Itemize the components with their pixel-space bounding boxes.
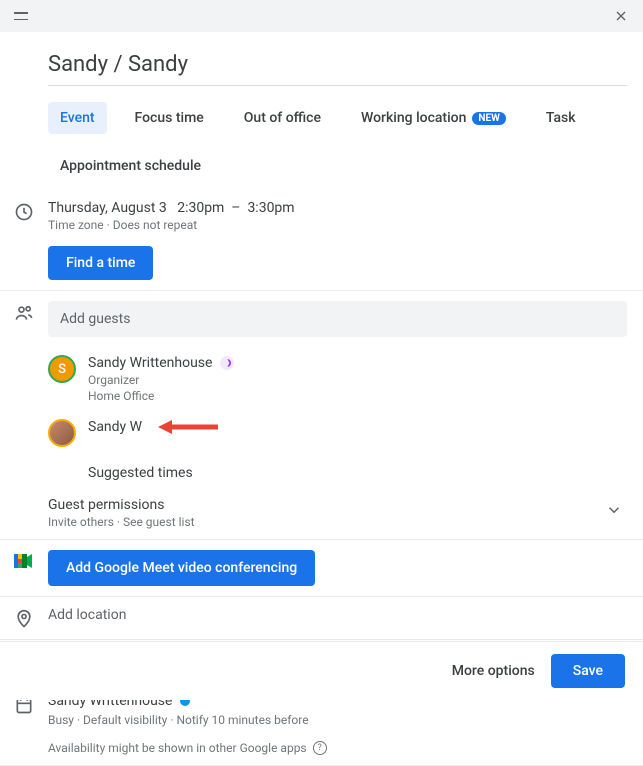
calendar-settings[interactable]: Busy · Default visibility · Notify 10 mi… bbox=[48, 713, 627, 727]
guest-role: Organizer bbox=[88, 373, 627, 387]
guest-permissions-sub[interactable]: Invite others · See guest list bbox=[48, 515, 195, 529]
calendar-icon bbox=[14, 693, 34, 755]
topbar bbox=[0, 0, 643, 32]
event-time[interactable]: Thursday, August 3 2:30pm – 3:30pm bbox=[48, 200, 627, 216]
guest-invitee: Sandy W bbox=[48, 411, 627, 455]
guest-name-label: Sandy W bbox=[88, 419, 142, 435]
tab-out-of-office[interactable]: Out of office bbox=[232, 102, 333, 134]
chevron-down-icon[interactable] bbox=[601, 497, 627, 523]
clock-icon bbox=[14, 200, 34, 280]
menu-icon[interactable] bbox=[14, 12, 28, 20]
tab-working-location[interactable]: Working location NEW bbox=[349, 102, 518, 134]
tab-focus-time[interactable]: Focus time bbox=[123, 102, 216, 134]
guest-name-label: Sandy Writtenhouse bbox=[88, 355, 212, 371]
footer: More options Save bbox=[0, 641, 643, 700]
suggested-times-link[interactable]: Suggested times bbox=[48, 455, 627, 485]
event-type-tabs: Event Focus time Out of office Working l… bbox=[0, 98, 643, 190]
moon-icon bbox=[220, 356, 234, 370]
close-icon[interactable] bbox=[613, 8, 629, 24]
people-icon bbox=[14, 301, 34, 529]
availability-note: Availability might be shown in other Goo… bbox=[48, 741, 627, 755]
add-meet-button[interactable]: Add Google Meet video conferencing bbox=[48, 550, 315, 586]
location-icon bbox=[14, 607, 34, 629]
more-options-button[interactable]: More options bbox=[452, 663, 535, 679]
meet-icon bbox=[14, 550, 34, 586]
tab-event[interactable]: Event bbox=[48, 102, 107, 134]
tab-task[interactable]: Task bbox=[534, 102, 588, 134]
timezone-repeat[interactable]: Time zone · Does not repeat bbox=[48, 218, 627, 232]
add-location-input[interactable]: Add location bbox=[48, 607, 627, 623]
find-time-button[interactable]: Find a time bbox=[48, 246, 153, 280]
save-button[interactable]: Save bbox=[551, 654, 625, 688]
add-guests-input[interactable]: Add guests bbox=[48, 301, 627, 337]
guest-permissions-title: Guest permissions bbox=[48, 497, 195, 513]
tab-appointment-schedule[interactable]: Appointment schedule bbox=[48, 150, 213, 182]
guest-location: Home Office bbox=[88, 389, 627, 403]
arrow-annotation bbox=[158, 419, 218, 435]
new-badge: NEW bbox=[472, 112, 505, 125]
avatar: S bbox=[48, 355, 76, 383]
event-title[interactable]: Sandy / Sandy bbox=[48, 52, 627, 86]
guest-organizer: S Sandy Writtenhouse Organizer Home Offi… bbox=[48, 347, 627, 411]
avatar bbox=[48, 419, 76, 447]
help-icon[interactable]: ? bbox=[313, 741, 327, 755]
